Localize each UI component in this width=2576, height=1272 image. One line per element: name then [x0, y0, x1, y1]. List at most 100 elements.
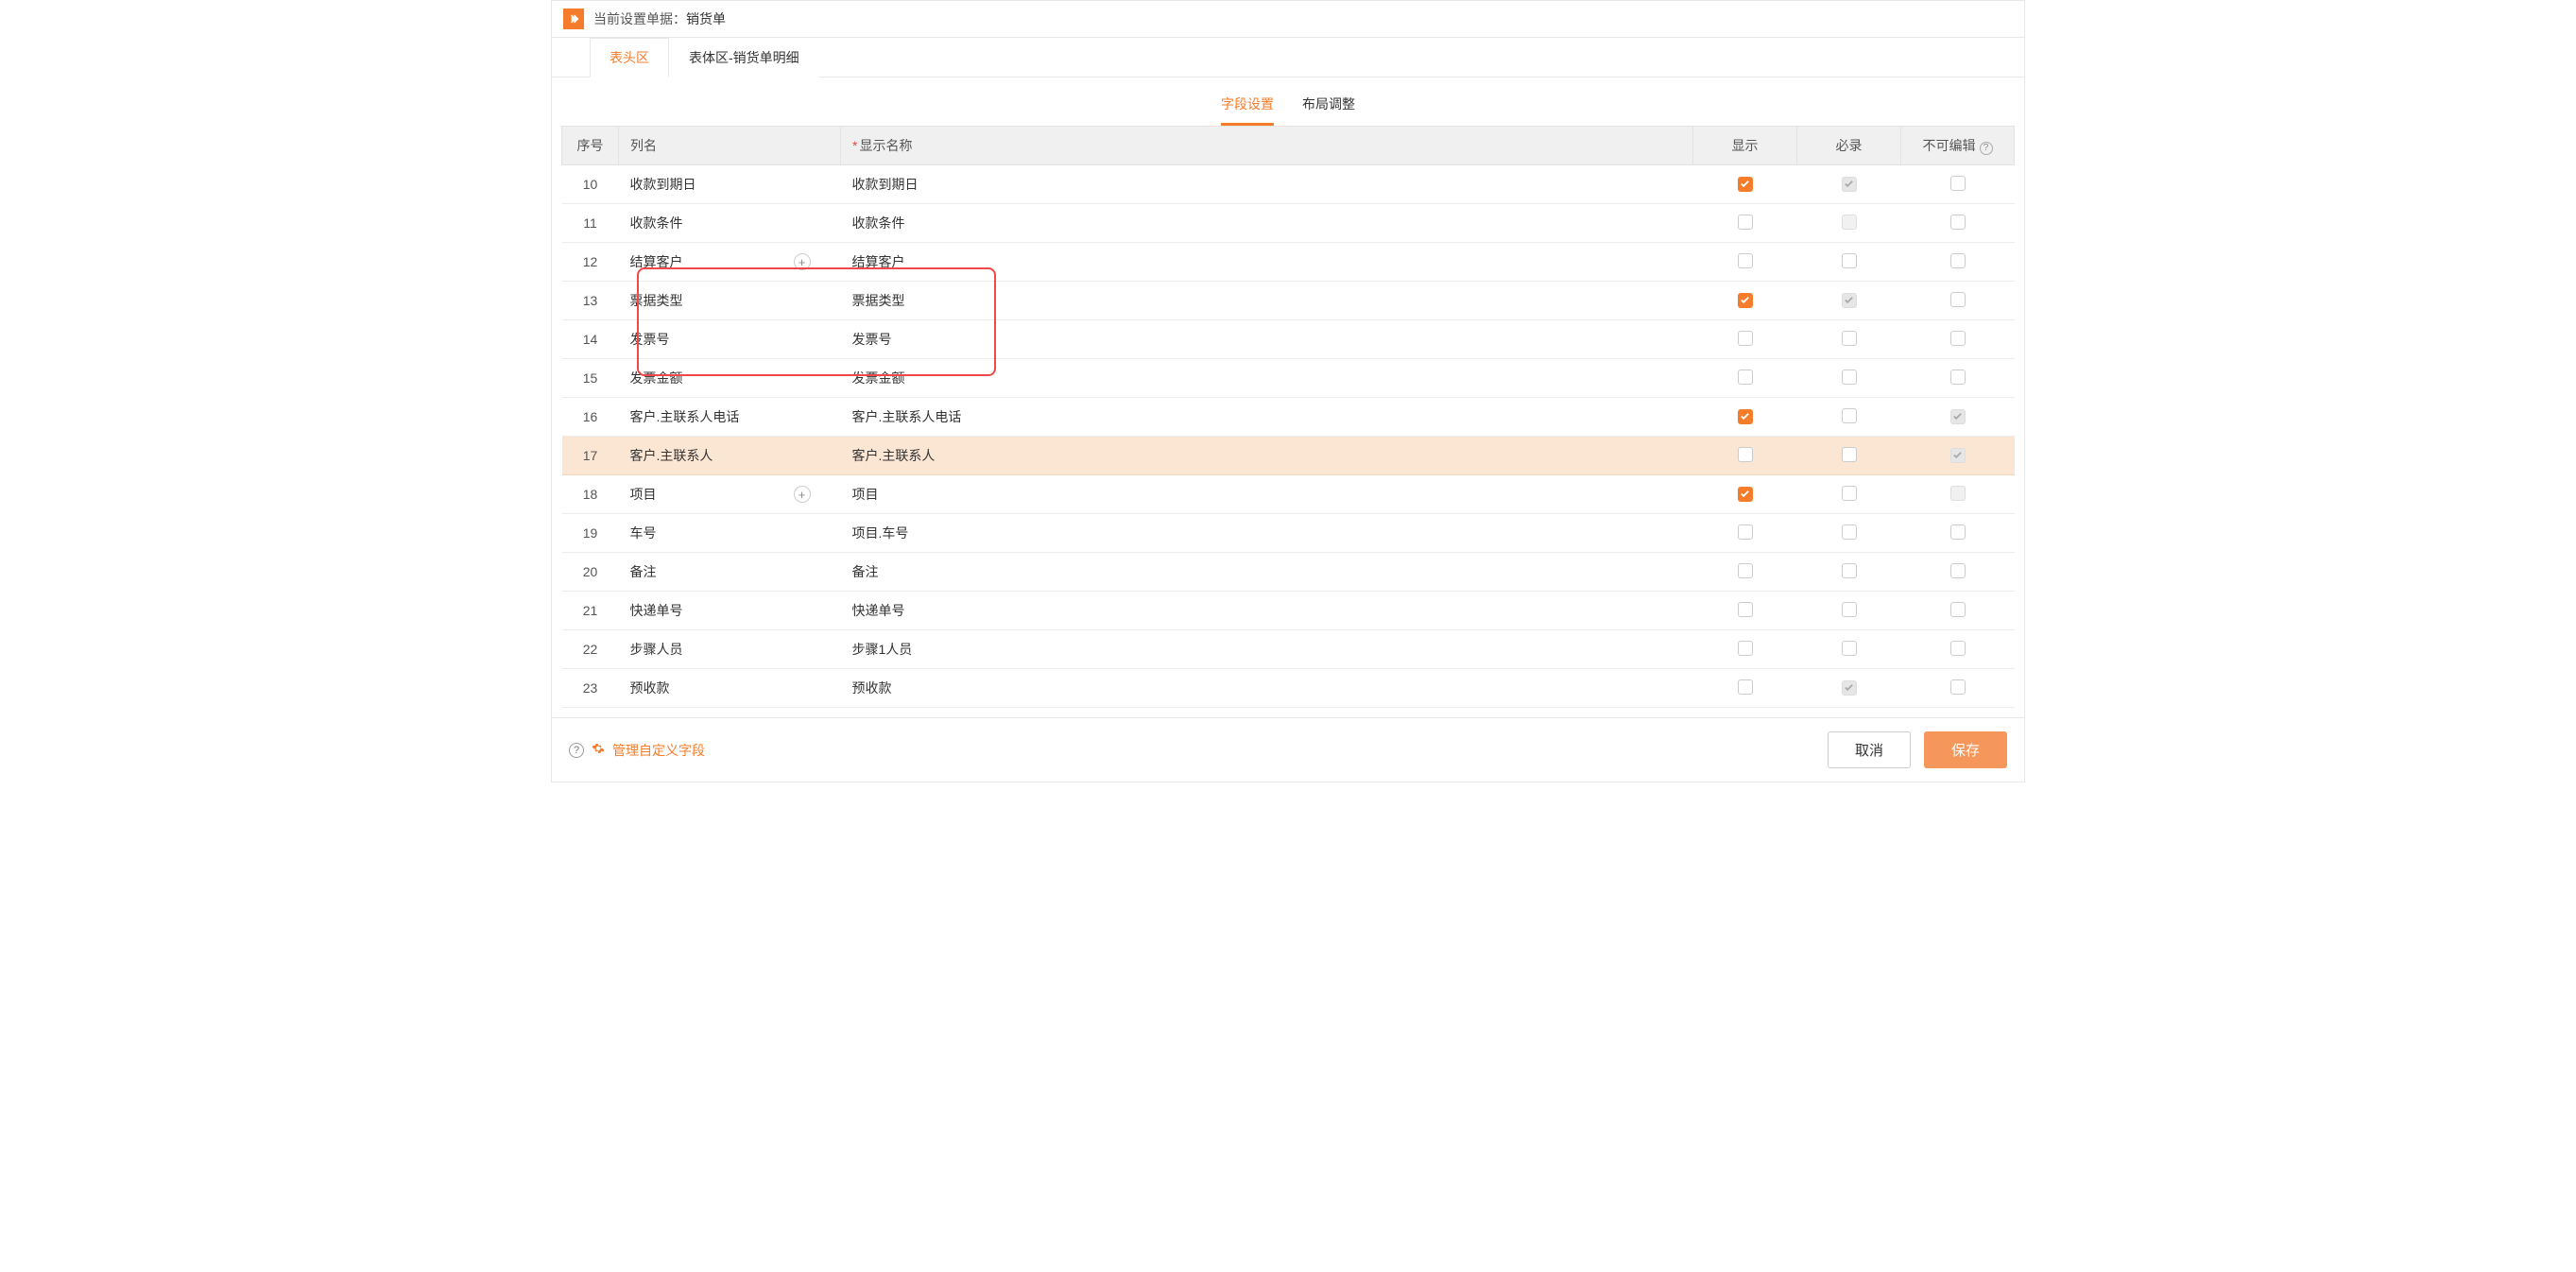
- checkbox[interactable]: [1738, 293, 1753, 308]
- dispname-cell[interactable]: 备注: [841, 553, 1693, 592]
- footer-bar: ? 管理自定义字段 取消 保存: [552, 717, 2024, 782]
- save-button[interactable]: 保存: [1924, 731, 2007, 768]
- checkbox[interactable]: [1950, 253, 1966, 268]
- checkbox[interactable]: [1950, 602, 1966, 617]
- show-cell: [1693, 359, 1797, 398]
- checkbox[interactable]: [1738, 679, 1753, 695]
- checkbox[interactable]: [1950, 679, 1966, 695]
- seq-cell: 14: [562, 320, 619, 359]
- checkbox[interactable]: [1738, 641, 1753, 656]
- sub-tab-0[interactable]: 字段设置: [1221, 95, 1274, 126]
- table-row: 22步骤人员步骤1人员: [562, 630, 2015, 669]
- header-label: 当前设置单据：: [593, 9, 686, 28]
- checkbox[interactable]: [1842, 524, 1857, 540]
- colname-text: 步骤人员: [630, 640, 683, 659]
- req-cell: [1797, 437, 1901, 475]
- sub-tabs: 字段设置布局调整: [552, 77, 2024, 126]
- checkbox[interactable]: [1738, 215, 1753, 230]
- checkbox[interactable]: [1950, 370, 1966, 385]
- table-row: 17客户.主联系人客户.主联系人: [562, 437, 2015, 475]
- noedit-cell: [1901, 398, 2015, 437]
- checkbox[interactable]: [1738, 331, 1753, 346]
- manage-custom-fields-link[interactable]: 管理自定义字段: [612, 741, 705, 760]
- checkbox[interactable]: [1842, 641, 1857, 656]
- show-cell: [1693, 592, 1797, 630]
- checkbox[interactable]: [1738, 177, 1753, 192]
- checkbox[interactable]: [1842, 331, 1857, 346]
- checkbox[interactable]: [1738, 563, 1753, 578]
- checkbox[interactable]: [1950, 641, 1966, 656]
- area-tab-1[interactable]: 表体区-销货单明细: [669, 38, 819, 77]
- checkbox[interactable]: [1842, 447, 1857, 462]
- table-row: 18项目+项目: [562, 475, 2015, 514]
- checkbox[interactable]: [1738, 253, 1753, 268]
- checkbox[interactable]: [1842, 563, 1857, 578]
- dispname-cell[interactable]: 收款到期日: [841, 165, 1693, 204]
- colname-cell: 快递单号: [619, 592, 841, 630]
- checkbox[interactable]: [1950, 292, 1966, 307]
- checkbox[interactable]: [1738, 370, 1753, 385]
- colname-text: 车号: [630, 524, 657, 542]
- table-row: 16客户.主联系人电话客户.主联系人电话: [562, 398, 2015, 437]
- table-body: 10收款到期日收款到期日11收款条件收款条件12结算客户+结算客户13票据类型票…: [562, 165, 2015, 708]
- colname-cell: 项目+: [619, 475, 841, 514]
- checkbox[interactable]: [1842, 602, 1857, 617]
- dispname-cell[interactable]: 客户.主联系人: [841, 437, 1693, 475]
- show-cell: [1693, 243, 1797, 282]
- checkbox[interactable]: [1950, 563, 1966, 578]
- gear-icon: [592, 742, 605, 758]
- dispname-cell[interactable]: 客户.主联系人电话: [841, 398, 1693, 437]
- expand-chevron-button[interactable]: [563, 9, 584, 29]
- checkbox[interactable]: [1950, 524, 1966, 540]
- checkbox[interactable]: [1738, 487, 1753, 502]
- dispname-cell[interactable]: 项目.车号: [841, 514, 1693, 553]
- req-cell: [1797, 359, 1901, 398]
- sub-tab-1[interactable]: 布局调整: [1302, 95, 1355, 126]
- colname-text: 收款条件: [630, 214, 683, 232]
- dispname-cell[interactable]: 快递单号: [841, 592, 1693, 630]
- checkbox[interactable]: [1842, 408, 1857, 423]
- show-cell: [1693, 165, 1797, 204]
- req-cell: [1797, 243, 1901, 282]
- field-table: 序号 列名 *显示名称 显示 必录 不可编辑? 10收款到期日收款到期日11收款…: [561, 126, 2015, 708]
- colname-cell: 结算客户+: [619, 243, 841, 282]
- checkbox[interactable]: [1842, 253, 1857, 268]
- colname-text: 预收款: [630, 679, 670, 697]
- seq-cell: 15: [562, 359, 619, 398]
- table-row: 21快递单号快递单号: [562, 592, 2015, 630]
- checkbox[interactable]: [1842, 486, 1857, 501]
- dispname-cell[interactable]: 预收款: [841, 669, 1693, 708]
- req-cell: [1797, 204, 1901, 243]
- checkbox[interactable]: [1738, 602, 1753, 617]
- cancel-button[interactable]: 取消: [1828, 731, 1911, 768]
- question-icon[interactable]: ?: [569, 743, 584, 758]
- req-cell: [1797, 630, 1901, 669]
- dispname-cell[interactable]: 发票号: [841, 320, 1693, 359]
- dispname-cell[interactable]: 收款条件: [841, 204, 1693, 243]
- checkbox[interactable]: [1950, 215, 1966, 230]
- checkbox[interactable]: [1842, 370, 1857, 385]
- show-cell: [1693, 282, 1797, 320]
- colname-cell: 备注: [619, 553, 841, 592]
- dispname-cell[interactable]: 步骤1人员: [841, 630, 1693, 669]
- noedit-cell: [1901, 282, 2015, 320]
- checkbox: [1842, 680, 1857, 696]
- plus-icon[interactable]: +: [794, 253, 811, 270]
- checkbox[interactable]: [1738, 447, 1753, 462]
- show-cell: [1693, 204, 1797, 243]
- checkbox[interactable]: [1738, 524, 1753, 540]
- area-tab-0[interactable]: 表头区: [590, 38, 669, 77]
- dispname-cell[interactable]: 结算客户: [841, 243, 1693, 282]
- checkbox[interactable]: [1950, 331, 1966, 346]
- checkbox[interactable]: [1738, 409, 1753, 424]
- noedit-cell: [1901, 204, 2015, 243]
- dispname-cell[interactable]: 票据类型: [841, 282, 1693, 320]
- checkbox[interactable]: [1950, 176, 1966, 191]
- dispname-cell[interactable]: 发票金额: [841, 359, 1693, 398]
- colname-cell: 收款到期日: [619, 165, 841, 204]
- help-icon[interactable]: ?: [1980, 142, 1993, 155]
- noedit-cell: [1901, 514, 2015, 553]
- dispname-cell[interactable]: 项目: [841, 475, 1693, 514]
- colname-cell: 车号: [619, 514, 841, 553]
- plus-icon[interactable]: +: [794, 486, 811, 503]
